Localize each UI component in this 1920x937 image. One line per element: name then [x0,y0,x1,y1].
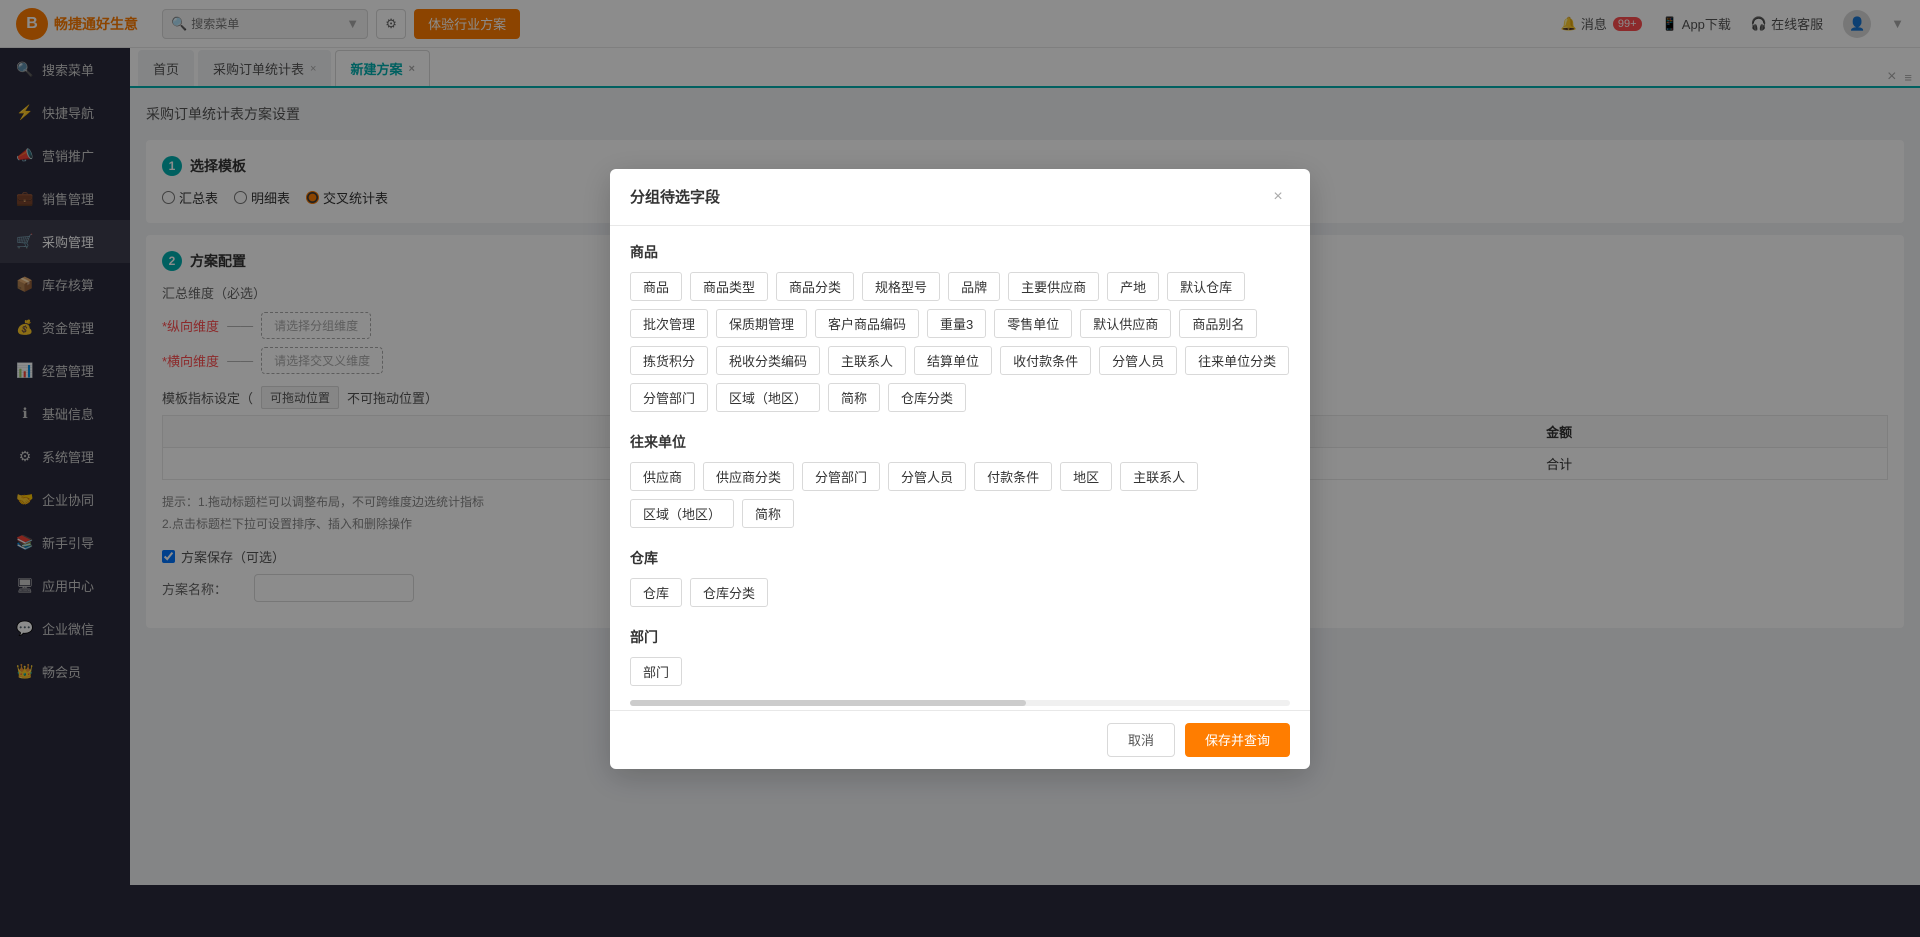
field-tag-main-contact[interactable]: 主联系人 [828,346,906,375]
field-tag-department[interactable]: 部门 [630,657,682,686]
modal-hscroll-thumb [630,700,1026,706]
warehouse-fields: 仓库 仓库分类 [630,578,1290,607]
modal-cancel-button[interactable]: 取消 [1107,723,1175,757]
field-tag-region-2[interactable]: 区域（地区） [630,499,734,528]
field-tag-customer-code[interactable]: 客户商品编码 [815,309,919,338]
modal-body[interactable]: 商品 商品 商品类型 商品分类 规格型号 品牌 主要供应商 产地 默认仓库 批次… [610,226,1310,700]
field-group-department-title: 部门 [630,627,1290,647]
field-tag-warehouse-cat[interactable]: 仓库分类 [690,578,768,607]
field-tag-dept[interactable]: 分管部门 [630,383,708,412]
field-tag-main-supplier[interactable]: 主要供应商 [1008,272,1099,301]
department-fields: 部门 [630,657,1290,686]
modal-horizontal-scrollbar[interactable] [630,700,1290,706]
field-group-department: 部门 部门 [630,627,1290,686]
field-tag-payment-terms[interactable]: 收付款条件 [1000,346,1091,375]
field-tag-manage-person[interactable]: 分管人员 [888,462,966,491]
modal-dialog: 分组待选字段 × 商品 商品 商品类型 商品分类 规格型号 品牌 主要供应商 产… [610,169,1310,769]
modal-footer: 取消 保存并查询 [610,710,1310,769]
field-tag-expiry[interactable]: 保质期管理 [716,309,807,338]
field-group-warehouse-title: 仓库 [630,548,1290,568]
field-tag-manage-dept[interactable]: 分管部门 [802,462,880,491]
field-tag-short-name[interactable]: 简称 [828,383,880,412]
field-tag-pick-points[interactable]: 拣货积分 [630,346,708,375]
field-tag-retail-unit[interactable]: 零售单位 [994,309,1072,338]
field-tag-warehouse[interactable]: 仓库 [630,578,682,607]
field-group-product-title: 商品 [630,242,1290,262]
field-tag-partner-category[interactable]: 往来单位分类 [1185,346,1289,375]
field-tag-spec-model[interactable]: 规格型号 [862,272,940,301]
field-tag-settlement-unit[interactable]: 结算单位 [914,346,992,375]
field-tag-brand[interactable]: 品牌 [948,272,1000,301]
modal-close-button[interactable]: × [1266,185,1290,209]
modal-title: 分组待选字段 [630,186,720,207]
field-tag-weight[interactable]: 重量3 [927,309,986,338]
modal-overlay: 分组待选字段 × 商品 商品 商品类型 商品分类 规格型号 品牌 主要供应商 产… [0,0,1920,937]
field-tag-origin[interactable]: 产地 [1107,272,1159,301]
field-group-product: 商品 商品 商品类型 商品分类 规格型号 品牌 主要供应商 产地 默认仓库 批次… [630,242,1290,412]
field-tag-default-warehouse[interactable]: 默认仓库 [1167,272,1245,301]
field-tag-product-category[interactable]: 商品分类 [776,272,854,301]
field-tag-tax-code[interactable]: 税收分类编码 [716,346,820,375]
field-tag-area[interactable]: 地区 [1060,462,1112,491]
modal-confirm-button[interactable]: 保存并查询 [1185,723,1290,757]
field-tag-pay-condition[interactable]: 付款条件 [974,462,1052,491]
field-tag-product-alias[interactable]: 商品别名 [1179,309,1257,338]
field-group-partner: 往来单位 供应商 供应商分类 分管部门 分管人员 付款条件 地区 主联系人 区域… [630,432,1290,528]
modal-header: 分组待选字段 × [610,169,1310,226]
field-tag-default-supplier[interactable]: 默认供应商 [1080,309,1171,338]
field-tag-product-type[interactable]: 商品类型 [690,272,768,301]
field-tag-region[interactable]: 区域（地区） [716,383,820,412]
field-tag-main-contact-2[interactable]: 主联系人 [1120,462,1198,491]
field-tag-supplier-category[interactable]: 供应商分类 [703,462,794,491]
field-tag-supplier[interactable]: 供应商 [630,462,695,491]
partner-fields: 供应商 供应商分类 分管部门 分管人员 付款条件 地区 主联系人 区域（地区） … [630,462,1290,528]
field-tag-product[interactable]: 商品 [630,272,682,301]
field-tag-supervisor[interactable]: 分管人员 [1099,346,1177,375]
field-group-partner-title: 往来单位 [630,432,1290,452]
product-fields: 商品 商品类型 商品分类 规格型号 品牌 主要供应商 产地 默认仓库 批次管理 … [630,272,1290,412]
field-tag-abbr[interactable]: 简称 [742,499,794,528]
field-tag-warehouse-category[interactable]: 仓库分类 [888,383,966,412]
field-tag-batch[interactable]: 批次管理 [630,309,708,338]
field-group-warehouse: 仓库 仓库 仓库分类 [630,548,1290,607]
